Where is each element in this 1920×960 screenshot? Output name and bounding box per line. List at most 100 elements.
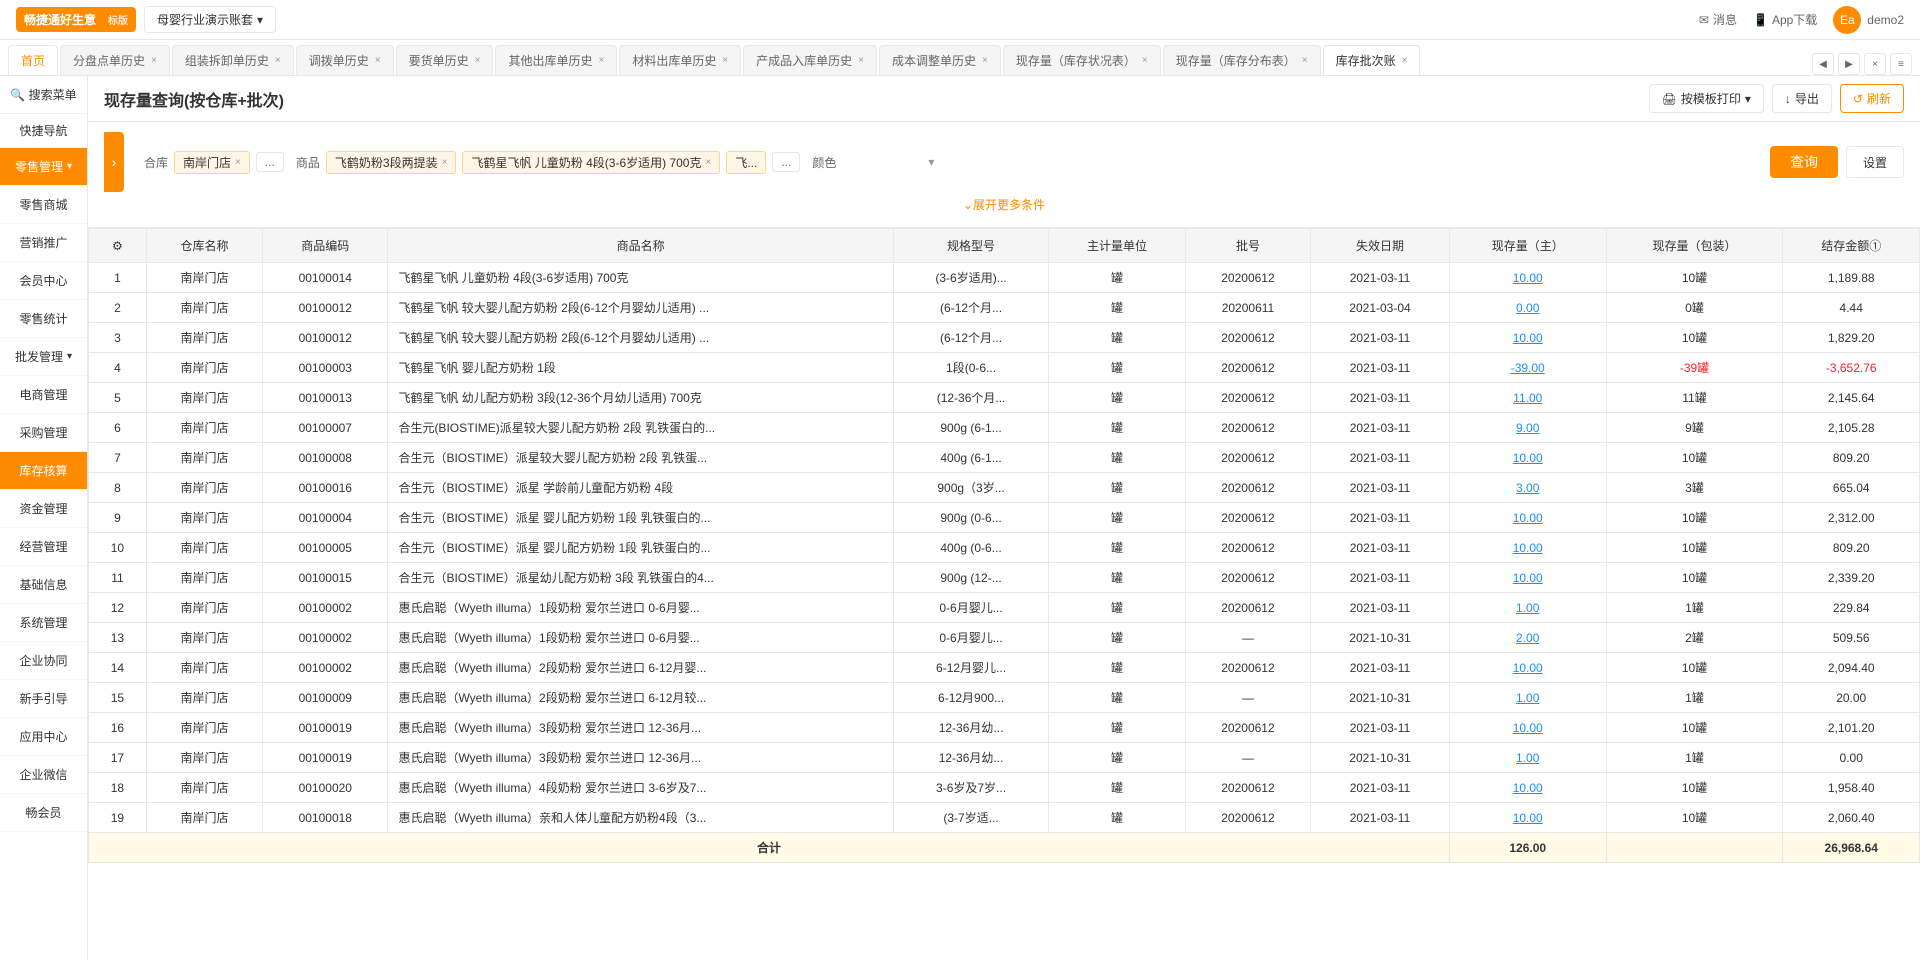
warehouse-tag-close[interactable]: ×: [235, 157, 241, 168]
sidebar-item-marketing[interactable]: 营销推广: [0, 224, 87, 262]
tab-zuche[interactable]: 组装拆卸单历史 ×: [172, 45, 294, 75]
export-button[interactable]: ↓ 导出: [1772, 84, 1832, 113]
cell-warehouse: 南岸门店: [146, 533, 262, 563]
cell-no: 10: [89, 533, 147, 563]
cell-expire: 2021-03-11: [1311, 533, 1450, 563]
tab-prev-button[interactable]: ◀: [1812, 53, 1834, 75]
sidebar-item-wechat[interactable]: 企业微信: [0, 756, 87, 794]
cell-qty-main[interactable]: -39.00: [1449, 353, 1606, 383]
tab-xianzai2[interactable]: 现存量（库存分布表） ×: [1163, 45, 1321, 75]
cell-qty-main[interactable]: 10.00: [1449, 503, 1606, 533]
tab-close-icon[interactable]: ×: [1142, 55, 1148, 66]
store-selector[interactable]: 母婴行业演示账套 ▾: [144, 6, 276, 33]
cell-qty-main[interactable]: 10.00: [1449, 563, 1606, 593]
cell-code: 00100018: [263, 803, 388, 833]
tab-close-all-button[interactable]: ×: [1864, 53, 1886, 75]
app-download-button[interactable]: 📱 App下载: [1753, 11, 1817, 28]
cell-name: 合生元(BIOSTIME)派星较大婴儿配方奶粉 2段 乳铁蛋白的...: [388, 413, 893, 443]
sidebar-item-retail[interactable]: 零售管理 ▾: [0, 148, 87, 186]
sidebar-item-member-plus[interactable]: 畅会员: [0, 794, 87, 832]
tab-close-icon[interactable]: ×: [858, 55, 864, 66]
cell-qty-main[interactable]: 11.00: [1449, 383, 1606, 413]
settings-icon[interactable]: ⚙: [112, 239, 123, 253]
cell-batch: 20200612: [1185, 563, 1310, 593]
cell-qty-main[interactable]: 10.00: [1449, 773, 1606, 803]
sidebar-item-members[interactable]: 会员中心: [0, 262, 87, 300]
sidebar-expand-button[interactable]: ›: [104, 132, 124, 192]
message-icon: ✉: [1699, 13, 1709, 27]
message-button[interactable]: ✉ 消息: [1699, 11, 1737, 28]
cell-qty-pack: 10罐: [1606, 803, 1783, 833]
goods-tag2-close[interactable]: ×: [705, 157, 711, 168]
tab-close-icon[interactable]: ×: [1302, 55, 1308, 66]
cell-qty-main[interactable]: 10.00: [1449, 323, 1606, 353]
goods-more-button[interactable]: ...: [772, 152, 800, 172]
tab-chengpin-label: 产成品入库单历史: [756, 52, 852, 69]
tab-chengben[interactable]: 成本调整单历史 ×: [879, 45, 1001, 75]
tab-cailiao[interactable]: 材料出库单历史 ×: [619, 45, 741, 75]
sidebar-item-collab[interactable]: 企业协同: [0, 642, 87, 680]
tab-chengpin[interactable]: 产成品入库单历史 ×: [743, 45, 877, 75]
setting-button[interactable]: 设置: [1846, 146, 1904, 178]
tab-kucun[interactable]: 库存批次账 ×: [1323, 45, 1421, 75]
cell-qty-main[interactable]: 9.00: [1449, 413, 1606, 443]
tab-close-icon[interactable]: ×: [475, 55, 481, 66]
cell-expire: 2021-03-11: [1311, 593, 1450, 623]
cell-qty-main[interactable]: 10.00: [1449, 803, 1606, 833]
tab-yaohuo[interactable]: 要货单历史 ×: [396, 45, 494, 75]
tab-xianzai1[interactable]: 现存量（库存状况表） ×: [1003, 45, 1161, 75]
cell-code: 00100019: [263, 713, 388, 743]
expand-toggle[interactable]: ⌄ 展开更多条件: [104, 192, 1904, 217]
tab-close-icon[interactable]: ×: [598, 55, 604, 66]
tab-close-icon[interactable]: ×: [1402, 55, 1408, 66]
tab-close-icon[interactable]: ×: [275, 55, 281, 66]
tab-close-icon[interactable]: ×: [722, 55, 728, 66]
sidebar-item-system[interactable]: 系统管理: [0, 604, 87, 642]
cell-qty-main[interactable]: 10.00: [1449, 443, 1606, 473]
tab-close-icon[interactable]: ×: [151, 55, 157, 66]
cell-qty-main[interactable]: 2.00: [1449, 623, 1606, 653]
cell-qty-main[interactable]: 10.00: [1449, 713, 1606, 743]
goods-tag1-close[interactable]: ×: [442, 157, 448, 168]
refresh-button[interactable]: ↺ 刷新: [1840, 84, 1904, 113]
sidebar-item-inventory[interactable]: 库存核算: [0, 452, 87, 490]
sidebar-item-newbie[interactable]: 新手引导: [0, 680, 87, 718]
tab-menu-button[interactable]: ≡: [1890, 53, 1912, 75]
search-icon: 🔍: [10, 88, 25, 102]
sidebar-item-finance[interactable]: 资金管理: [0, 490, 87, 528]
cell-qty-main[interactable]: 0.00: [1449, 293, 1606, 323]
print-button[interactable]: 🖨 按模板打印 ▾: [1649, 84, 1764, 113]
cell-qty-main[interactable]: 10.00: [1449, 263, 1606, 293]
sidebar-item-operation[interactable]: 经营管理: [0, 528, 87, 566]
col-settings[interactable]: ⚙: [89, 229, 147, 263]
sidebar-search[interactable]: 🔍 搜索菜单: [0, 76, 87, 114]
tab-home[interactable]: 首页: [8, 45, 58, 75]
table-row: 11 南岸门店 00100015 合生元（BIOSTIME）派星幼儿配方奶粉 3…: [89, 563, 1920, 593]
sidebar-item-ecommerce-retail[interactable]: 零售商城: [0, 186, 87, 224]
sidebar-item-purchase[interactable]: 采购管理: [0, 414, 87, 452]
tab-tiaopo[interactable]: 调拨单历史 ×: [296, 45, 394, 75]
sidebar-item-apps[interactable]: 应用中心: [0, 718, 87, 756]
sidebar-item-basic[interactable]: 基础信息: [0, 566, 87, 604]
tab-close-icon[interactable]: ×: [375, 55, 381, 66]
cell-qty-main[interactable]: 10.00: [1449, 653, 1606, 683]
cell-qty-main[interactable]: 1.00: [1449, 593, 1606, 623]
sidebar-item-retail-stats[interactable]: 零售统计: [0, 300, 87, 338]
sidebar-item-wholesale[interactable]: 批发管理 ▾: [0, 338, 87, 376]
warehouse-more-button[interactable]: ...: [256, 152, 284, 172]
tab-next-button[interactable]: ▶: [1838, 53, 1860, 75]
query-buttons: 查询 设置: [1770, 146, 1904, 178]
cell-qty-main[interactable]: 1.00: [1449, 683, 1606, 713]
sidebar-item-ecommerce[interactable]: 电商管理: [0, 376, 87, 414]
cell-spec: 900g（3岁...: [893, 473, 1049, 503]
tab-qitachuku[interactable]: 其他出库单历史 ×: [495, 45, 617, 75]
tab-fenpan[interactable]: 分盘点单历史 ×: [60, 45, 170, 75]
cell-amount: 1,189.88: [1783, 263, 1920, 293]
query-button[interactable]: 查询: [1770, 146, 1838, 178]
sidebar-quicknav[interactable]: 快捷导航: [0, 114, 87, 148]
cell-qty-main[interactable]: 10.00: [1449, 533, 1606, 563]
tab-close-icon[interactable]: ×: [982, 55, 988, 66]
cell-qty-main[interactable]: 1.00: [1449, 743, 1606, 773]
cell-qty-main[interactable]: 3.00: [1449, 473, 1606, 503]
cell-code: 00100020: [263, 773, 388, 803]
